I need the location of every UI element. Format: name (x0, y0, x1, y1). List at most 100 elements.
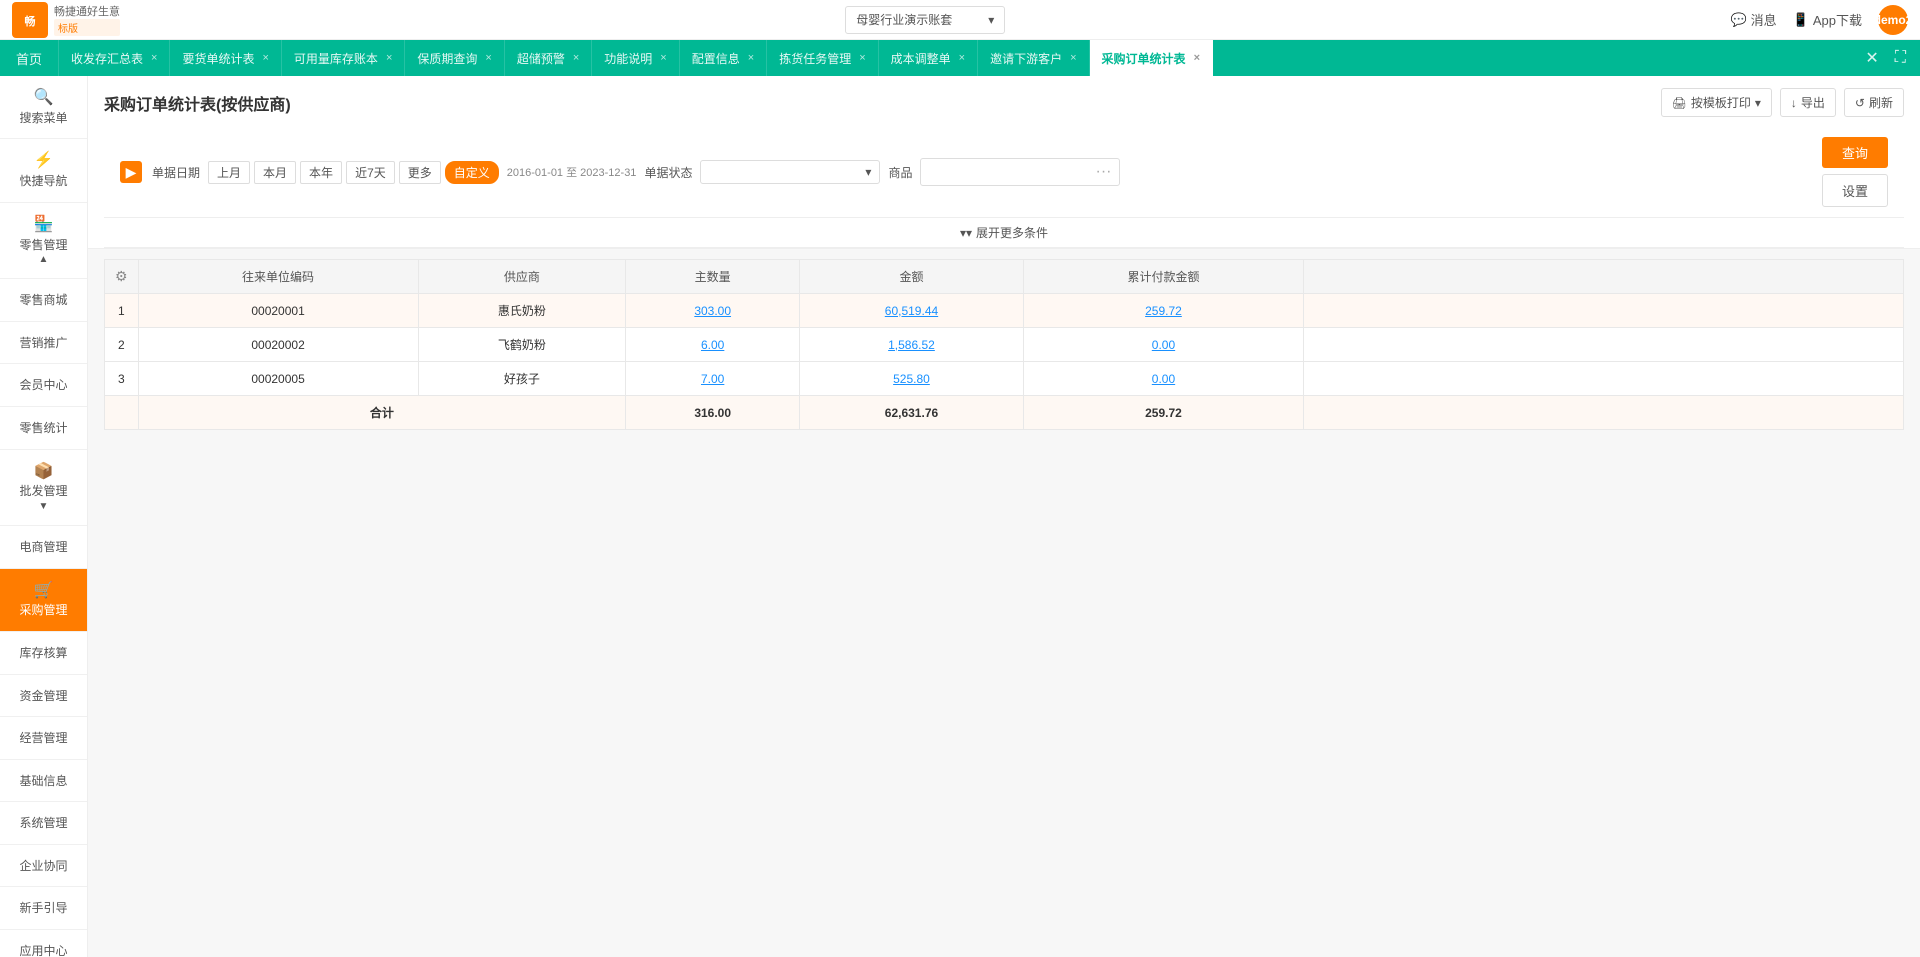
tab-label-8: 成本调整单 (891, 50, 951, 67)
nav-tab-7[interactable]: 拣货任务管理× (767, 40, 878, 76)
sidebar-item-15[interactable]: 企业协同 (0, 845, 87, 888)
tab-home[interactable]: 首页 (0, 40, 59, 76)
row-num-2: 3 (105, 362, 139, 396)
tab-close-7[interactable]: × (859, 52, 865, 64)
col-paid-header: 累计付款金额 (1023, 260, 1303, 294)
tab-close-2[interactable]: × (386, 52, 392, 64)
print-icon: 🖨 (1672, 96, 1687, 110)
col-extra-header (1304, 260, 1904, 294)
date-btn-this-year[interactable]: 本年 (300, 161, 342, 184)
row-paid-2[interactable]: 0.00 (1023, 362, 1303, 396)
row-qty-1[interactable]: 6.00 (626, 328, 800, 362)
maximize-btn[interactable]: ⛶ (1891, 47, 1910, 69)
filter-toggle[interactable]: ▶ (120, 161, 142, 183)
sidebar-item-14[interactable]: 系统管理 (0, 802, 87, 845)
nav-tab-2[interactable]: 可用量库存账本× (282, 40, 405, 76)
nav-tab-1[interactable]: 要货单统计表× (170, 40, 281, 76)
sidebar: 🔍搜索菜单⚡快捷导航🏪零售管理▲零售商城营销推广会员中心零售统计📦批发管理▼电商… (0, 76, 88, 957)
nav-tab-3[interactable]: 保质期查询× (405, 40, 504, 76)
sidebar-item-11[interactable]: 资金管理 (0, 675, 87, 718)
query-btn[interactable]: 查询 (1822, 137, 1888, 168)
sidebar-item-16[interactable]: 新手引导 (0, 887, 87, 930)
nav-tab-8[interactable]: 成本调整单 × (879, 40, 978, 76)
nav-tab-4[interactable]: 超储预警× (505, 40, 592, 76)
row-supplier-2: 好孩子 (418, 362, 626, 396)
tab-close-1[interactable]: × (262, 52, 268, 64)
tab-close-10[interactable]: × (1194, 52, 1200, 64)
sidebar-item-13[interactable]: 基础信息 (0, 760, 87, 803)
sidebar-item-1[interactable]: ⚡快捷导航 (0, 139, 87, 202)
refresh-btn[interactable]: ↺ 刷新 (1844, 88, 1904, 117)
sidebar-item-9[interactable]: 🛒采购管理 (0, 569, 87, 632)
tab-close-6[interactable]: × (748, 52, 754, 64)
row-amount-0[interactable]: 60,519.44 (800, 294, 1024, 328)
tab-close-4[interactable]: × (573, 52, 579, 64)
row-qty-0[interactable]: 303.00 (626, 294, 800, 328)
nav-tab-0[interactable]: 收发存汇总表× (59, 40, 170, 76)
row-paid-1[interactable]: 0.00 (1023, 328, 1303, 362)
sidebar-item-6[interactable]: 零售统计 (0, 407, 87, 450)
tab-close-5[interactable]: × (660, 52, 666, 64)
sidebar-item-7[interactable]: 📦批发管理▼ (0, 450, 87, 526)
user-area[interactable]: demo2 (1878, 5, 1908, 35)
close-all-btn[interactable]: ✕ (1861, 46, 1882, 70)
top-right: 💬 消息 📱 App下载 demo2 (1730, 5, 1908, 35)
page-title: 采购订单统计表(按供应商) (104, 91, 291, 115)
sidebar-item-12[interactable]: 经营管理 (0, 717, 87, 760)
sidebar-label-13: 基础信息 (19, 774, 67, 790)
logo-sub: 标版 (54, 19, 120, 36)
content-area: 采购订单统计表(按供应商) 🖨 按模板打印 ▾ ↓ 导出 ↺ 刷新 (88, 76, 1920, 957)
tab-close-8[interactable]: × (959, 52, 965, 64)
sidebar-icon-9: 🛒 (34, 581, 54, 602)
expand-btn[interactable]: ▾▾ 展开更多条件 (960, 224, 1048, 241)
row-paid-0[interactable]: 259.72 (1023, 294, 1303, 328)
row-amount-1[interactable]: 1,586.52 (800, 328, 1024, 362)
date-btn-7days[interactable]: 近7天 (346, 161, 395, 184)
nav-tabs: 收发存汇总表×要货单统计表×可用量库存账本×保质期查询×超储预警×功能说明×配置… (59, 40, 1851, 76)
goods-more-icon[interactable]: ··· (1095, 163, 1111, 181)
col-settings-header[interactable]: ⚙ (105, 260, 139, 294)
date-btn-more[interactable]: 更多 (399, 161, 441, 184)
sidebar-label-2: 零售管理 (19, 238, 67, 254)
date-btn-this-month[interactable]: 本月 (254, 161, 296, 184)
sidebar-item-0[interactable]: 🔍搜索菜单 (0, 76, 87, 139)
sidebar-item-4[interactable]: 营销推广 (0, 322, 87, 365)
row-qty-2[interactable]: 7.00 (626, 362, 800, 396)
tab-close-9[interactable]: × (1070, 52, 1076, 64)
table-footer-row: 合计 316.00 62,631.76 259.72 (105, 396, 1904, 430)
message-btn[interactable]: 💬 消息 (1730, 10, 1776, 29)
status-select[interactable]: ▾ (700, 160, 880, 184)
goods-label: 商品 (888, 164, 912, 181)
tab-close-3[interactable]: × (485, 52, 491, 64)
nav-tab-10[interactable]: 采购订单统计表× (1090, 40, 1213, 76)
nav-bar-actions: ✕ ⛶ (1851, 46, 1920, 70)
nav-tab-5[interactable]: 功能说明× (592, 40, 679, 76)
template-print-btn[interactable]: 🖨 按模板打印 ▾ (1661, 88, 1772, 117)
export-icon: ↓ (1791, 96, 1797, 110)
date-btn-last-month[interactable]: 上月 (208, 161, 250, 184)
footer-amount: 62,631.76 (800, 396, 1024, 430)
export-btn[interactable]: ↓ 导出 (1780, 88, 1836, 117)
tab-close-0[interactable]: × (151, 52, 157, 64)
sidebar-item-5[interactable]: 会员中心 (0, 364, 87, 407)
row-code-2: 00020005 (138, 362, 418, 396)
col-quantity-header: 主数量 (626, 260, 800, 294)
top-bar: 畅 畅捷通好生意 标版 母婴行业演示账套 ▾ 💬 消息 📱 App下载 demo… (0, 0, 1920, 40)
nav-tab-9[interactable]: 邀请下游客户× (978, 40, 1089, 76)
sidebar-item-10[interactable]: 库存核算 (0, 632, 87, 675)
table-area: ⚙ 往来单位编码 供应商 主数量 金额 累计付款金额 1 00020001 惠氏… (88, 249, 1920, 957)
footer-label: 合计 (138, 396, 626, 430)
sidebar-item-8[interactable]: 电商管理 (0, 526, 87, 569)
goods-input[interactable]: ··· (920, 158, 1120, 186)
app-download-btn[interactable]: 📱 App下载 (1793, 10, 1862, 29)
nav-tab-6[interactable]: 配置信息× (680, 40, 767, 76)
row-amount-2[interactable]: 525.80 (800, 362, 1024, 396)
workspace-selector[interactable]: 母婴行业演示账套 ▾ (845, 6, 1005, 34)
sidebar-item-3[interactable]: 零售商城 (0, 279, 87, 322)
sidebar-item-17[interactable]: 应用中心 (0, 930, 87, 957)
settings-btn[interactable]: 设置 (1822, 174, 1888, 207)
col-settings-icon[interactable]: ⚙ (115, 268, 128, 284)
sidebar-item-2[interactable]: 🏪零售管理▲ (0, 203, 87, 279)
date-btns: 上月 本月 本年 近7天 更多 自定义 (208, 161, 499, 184)
query-actions: 查询 设置 (1822, 137, 1888, 207)
